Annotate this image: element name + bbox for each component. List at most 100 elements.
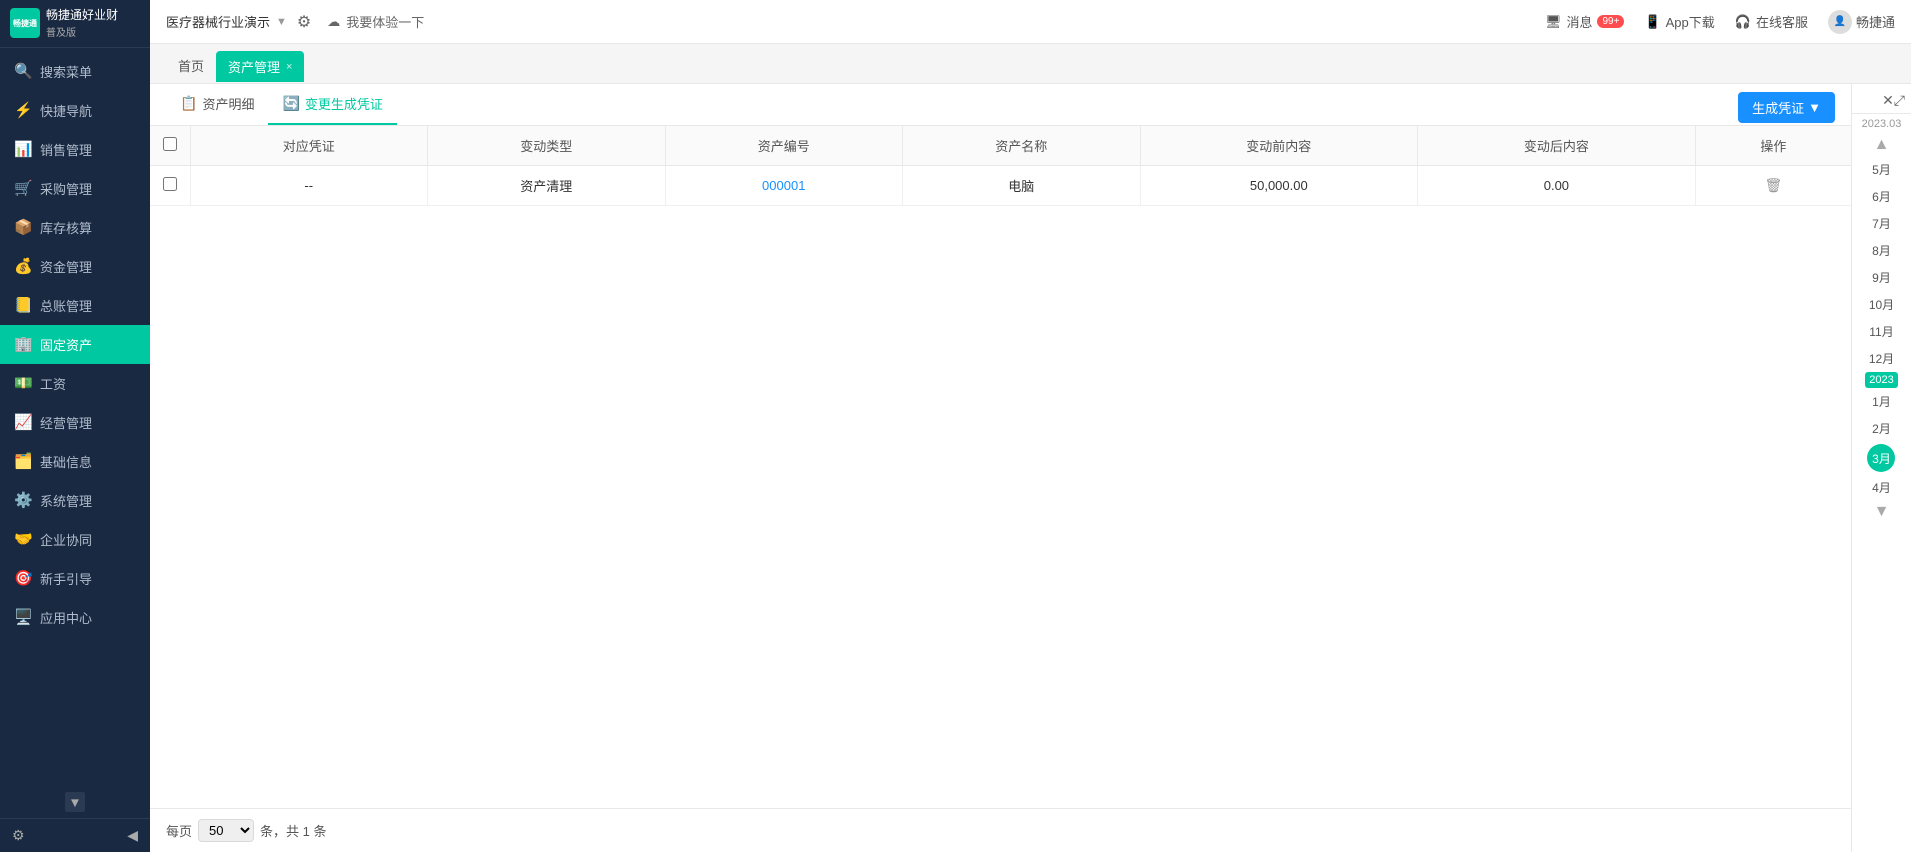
th-after-value: 变动后内容 [1418,126,1696,166]
sidebar-item-system[interactable]: ⚙️系统管理 [0,481,150,520]
logo-text-block: 畅捷通好业财 普及版 [46,8,118,39]
nav-label-operations: 经营管理 [40,413,92,432]
sidebar-item-salary[interactable]: 💵工资 [0,364,150,403]
table-footer: 每页 50 10 20 100 条，共 1 条 [150,808,1851,852]
month-item-1月[interactable]: 1月 [1865,388,1898,415]
sub-tab-change-voucher-label: 变更生成凭证 [305,94,383,113]
company-name: 医疗器械行业演示 [166,12,270,31]
sidebar-item-base[interactable]: 🗂️ 基础信息 [0,442,150,481]
tab-asset-management[interactable]: 资产管理 × [216,51,304,82]
sidebar-item-search[interactable]: 🔍 搜索菜单 [0,52,150,91]
month-item-8月[interactable]: 8月 [1865,237,1898,264]
month-item-3月[interactable]: 3月 [1867,444,1895,472]
message-icon: 🖥 [1545,14,1562,30]
app-download-btn[interactable]: 📱 App下载 [1644,12,1714,31]
experience-btn[interactable]: ☁ 我要体验一下 [327,12,424,31]
generate-btn-label: 生成凭证 [1752,98,1804,117]
logo-title: 畅捷通好业财 [46,8,118,24]
panel-scroll-down-button[interactable]: ▼ [1872,501,1892,523]
nav-icon-purchase: 🛒 [14,179,32,197]
app-download-label: App下载 [1666,12,1715,31]
th-voucher: 对应凭证 [190,126,428,166]
sidebar-item-ledger[interactable]: 📒总账管理 [0,286,150,325]
nav-label-assets: 固定资产 [40,335,92,354]
sidebar-settings-icon[interactable]: ⚙ [12,827,25,844]
month-item-7月[interactable]: 7月 [1865,210,1898,237]
sidebar-item-purchase[interactable]: 🛒 采购管理 [0,169,150,208]
sub-tab-change-voucher[interactable]: 🔄 变更生成凭证 [268,84,396,125]
experience-label: 我要体验一下 [346,12,424,31]
row-delete-btn-0[interactable]: 🗑 [1764,177,1782,193]
sidebar-scroll-down[interactable]: ▼ [65,792,85,812]
sidebar-collapse-icon[interactable]: ◀ [127,827,138,844]
sidebar-item-apps[interactable]: 🖥️应用中心 [0,598,150,637]
nav-icon-search: 🔍 [14,62,32,80]
generate-btn-arrow: ▼ [1808,100,1821,115]
month-item-4月[interactable]: 4月 [1865,474,1898,501]
table-container: 对应凭证 变动类型 资产编号 资产名称 变动前内容 变动后内容 操作 -- 资产… [150,126,1851,808]
nav-label-system: 系统管理 [40,491,92,510]
company-selector[interactable]: 医疗器械行业演示 ▼ [166,12,287,31]
topbar: 医疗器械行业演示 ▼ ⚙ ☁ 我要体验一下 🖥 消息 99+ 📱 App下载 🎧… [150,0,1911,44]
nav-label-search: 搜索菜单 [40,62,92,81]
select-all-checkbox[interactable] [163,137,177,151]
sub-tabbar: 📋 资产明细 🔄 变更生成凭证 生成凭证 ▼ [150,84,1851,126]
row-before-value-0: 50,000.00 [1140,166,1418,206]
change-voucher-icon: 🔄 [282,95,299,112]
logo-subtitle: 普及版 [46,24,118,39]
panel-scroll-up-button[interactable]: ▲ [1872,134,1892,156]
row-checkbox-0[interactable] [163,177,177,191]
month-item-2月[interactable]: 2月 [1865,415,1898,442]
nav-label-salary: 工资 [40,374,66,393]
year-badge: 2023 [1865,372,1898,388]
nav-label-collab: 企业协同 [40,530,92,549]
panel-close-button[interactable]: ✕ [1882,92,1894,109]
customer-service-btn[interactable]: 🎧 在线客服 [1735,12,1808,31]
table-body: -- 资产清理 000001 电脑 50,000.00 0.00 🗑 [150,166,1851,206]
asset-table: 对应凭证 变动类型 资产编号 资产名称 变动前内容 变动后内容 操作 -- 资产… [150,126,1851,206]
sidebar-item-quicknav[interactable]: ⚡快捷导航 [0,91,150,130]
row-voucher-0: -- [190,166,428,206]
tab-home[interactable]: 首页 [166,50,216,83]
message-badge: 99+ [1597,15,1624,28]
month-item-6月[interactable]: 6月 [1865,183,1898,210]
generate-voucher-button[interactable]: 生成凭证 ▼ [1738,92,1835,123]
month-item-12月[interactable]: 12月 [1865,345,1898,372]
sidebar-item-inventory[interactable]: 📦库存核算 [0,208,150,247]
tab-active-label: 资产管理 [228,57,280,76]
per-page-select[interactable]: 50 10 20 100 [198,819,254,842]
month-item-10月[interactable]: 10月 [1865,291,1898,318]
nav-icon-base: 🗂️ [14,452,32,470]
month-item-5月[interactable]: 5月 [1865,156,1898,183]
nav-label-sales: 销售管理 [40,140,92,159]
company-arrow-icon: ▼ [276,16,287,28]
sidebar-item-operations[interactable]: 📈 经营管理 [0,403,150,442]
nav-label-guide: 新手引导 [40,569,92,588]
topbar-settings-icon[interactable]: ⚙ [297,12,311,32]
sidebar-item-sales[interactable]: 📊销售管理 [0,130,150,169]
table-row: -- 资产清理 000001 电脑 50,000.00 0.00 🗑 [150,166,1851,206]
nav-label-base: 基础信息 [40,452,92,471]
sidebar-item-collab[interactable]: 🤝企业协同 [0,520,150,559]
nav-label-purchase: 采购管理 [40,179,92,198]
nav-icon-guide: 🎯 [14,569,32,587]
sidebar-nav: 🔍 搜索菜单 ⚡快捷导航📊销售管理 🛒 采购管理 📦库存核算💰资金管理📒总账管理🏢固定资产… [0,48,150,788]
table-header-row: 对应凭证 变动类型 资产编号 资产名称 变动前内容 变动后内容 操作 [150,126,1851,166]
headset-icon: 🎧 [1735,14,1751,30]
nav-icon-operations: 📈 [14,413,32,431]
sidebar-item-guide[interactable]: 🎯 新手引导 [0,559,150,598]
message-btn[interactable]: 🖥 消息 99+ [1545,12,1625,31]
nav-icon-funds: 💰 [14,257,32,275]
total-label: 条，共 1 条 [260,821,326,840]
month-item-9月[interactable]: 9月 [1865,264,1898,291]
sub-tab-asset-detail[interactable]: 📋 资产明细 [166,84,268,125]
tab-close-icon[interactable]: × [286,61,292,73]
nav-icon-quicknav: ⚡ [14,101,32,119]
nav-label-apps: 应用中心 [40,608,92,627]
user-menu[interactable]: 👤 畅捷通 [1828,10,1895,34]
panel-expand-button[interactable]: ⤢ [1894,92,1905,109]
month-item-11月[interactable]: 11月 [1865,318,1898,345]
sidebar-item-assets[interactable]: 🏢固定资产 [0,325,150,364]
topbar-right: 🖥 消息 99+ 📱 App下载 🎧 在线客服 👤 畅捷通 [1545,10,1895,34]
sidebar-item-funds[interactable]: 💰资金管理 [0,247,150,286]
